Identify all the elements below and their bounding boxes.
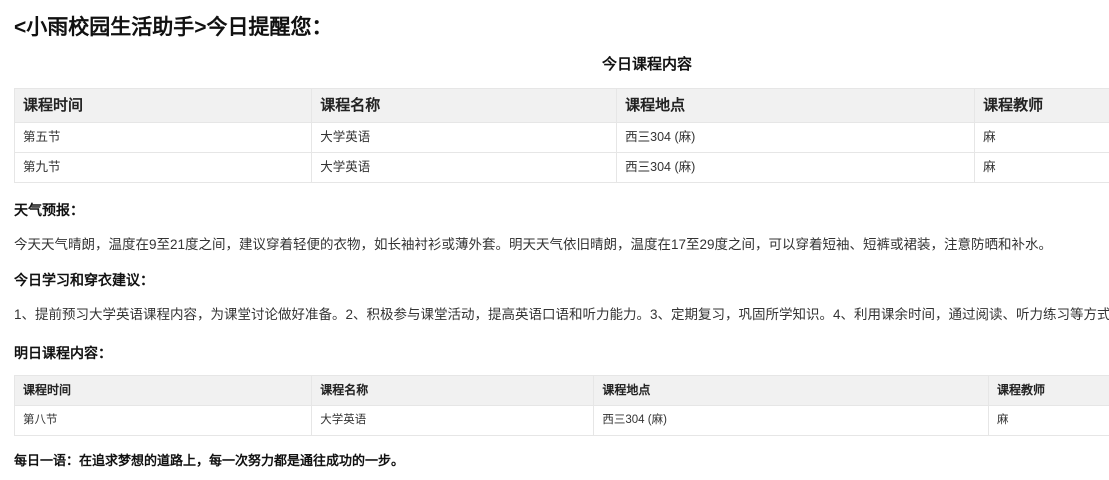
column-header-course-location: 课程地点 [593,375,990,406]
cell-course-name: 大学英语 [311,122,618,153]
cell-course-name: 大学英语 [311,405,595,436]
table-header-row: 课程时间 课程名称 课程地点 课程教师 [13,88,1109,123]
today-courses-table: 课程时间 课程名称 课程地点 课程教师 第五节 大学英语 西三304 (麻) 麻… [13,88,1109,183]
column-header-course-location: 课程地点 [616,88,976,123]
tomorrow-courses-table: 课程时间 课程名称 课程地点 课程教师 第八节 大学英语 西三304 (麻) 麻 [13,375,1109,436]
cell-course-name: 大学英语 [311,152,618,183]
column-header-course-time: 课程时间 [13,375,313,406]
cell-course-location: 西三304 (麻) [593,405,990,436]
column-header-course-name: 课程名称 [311,375,595,406]
advice-heading: 今日学习和穿衣建议： [14,272,154,288]
cell-course-time: 第九节 [13,152,313,183]
table-row: 第五节 大学英语 西三304 (麻) 麻 [13,122,1109,153]
cell-course-time: 第五节 [13,122,313,153]
table-row: 第九节 大学英语 西三304 (麻) 麻 [13,152,1109,183]
table-header-row: 课程时间 课程名称 课程地点 课程教师 [13,375,1109,406]
cell-course-location: 西三304 (麻) [616,122,976,153]
cell-course-teacher: 麻 [974,152,1109,183]
column-header-course-name: 课程名称 [311,88,618,123]
cell-course-time: 第八节 [13,405,313,436]
today-courses-section-title: 今日课程内容 [601,56,692,73]
advice-text: 1、提前预习大学英语课程内容，为课堂讨论做好准备。2、积极参与课堂活动，提高英语… [14,307,1109,322]
daily-quote: 每日一语：在追求梦想的道路上，每一次努力都是通往成功的一步。 [14,453,405,468]
column-header-course-teacher: 课程教师 [974,88,1109,123]
cell-course-location: 西三304 (麻) [616,152,976,183]
table-row: 第八节 大学英语 西三304 (麻) 麻 [13,405,1109,436]
weather-text: 今天天气晴朗，温度在9至21度之间，建议穿着轻便的衣物，如长袖衬衫或薄外套。明天… [14,237,1053,252]
weather-heading: 天气预报： [14,202,84,218]
column-header-course-time: 课程时间 [13,88,313,123]
cell-course-teacher: 麻 [988,405,1109,436]
daily-reminder-page: <小雨校园生活助手>今日提醒您： 今日课程内容 课程时间 课程名称 课程地点 课… [13,15,1109,469]
cell-course-teacher: 麻 [974,122,1109,153]
column-header-course-teacher: 课程教师 [988,375,1109,406]
page-title: <小雨校园生活助手>今日提醒您： [14,16,333,39]
tomorrow-courses-heading: 明日课程内容： [14,345,112,361]
